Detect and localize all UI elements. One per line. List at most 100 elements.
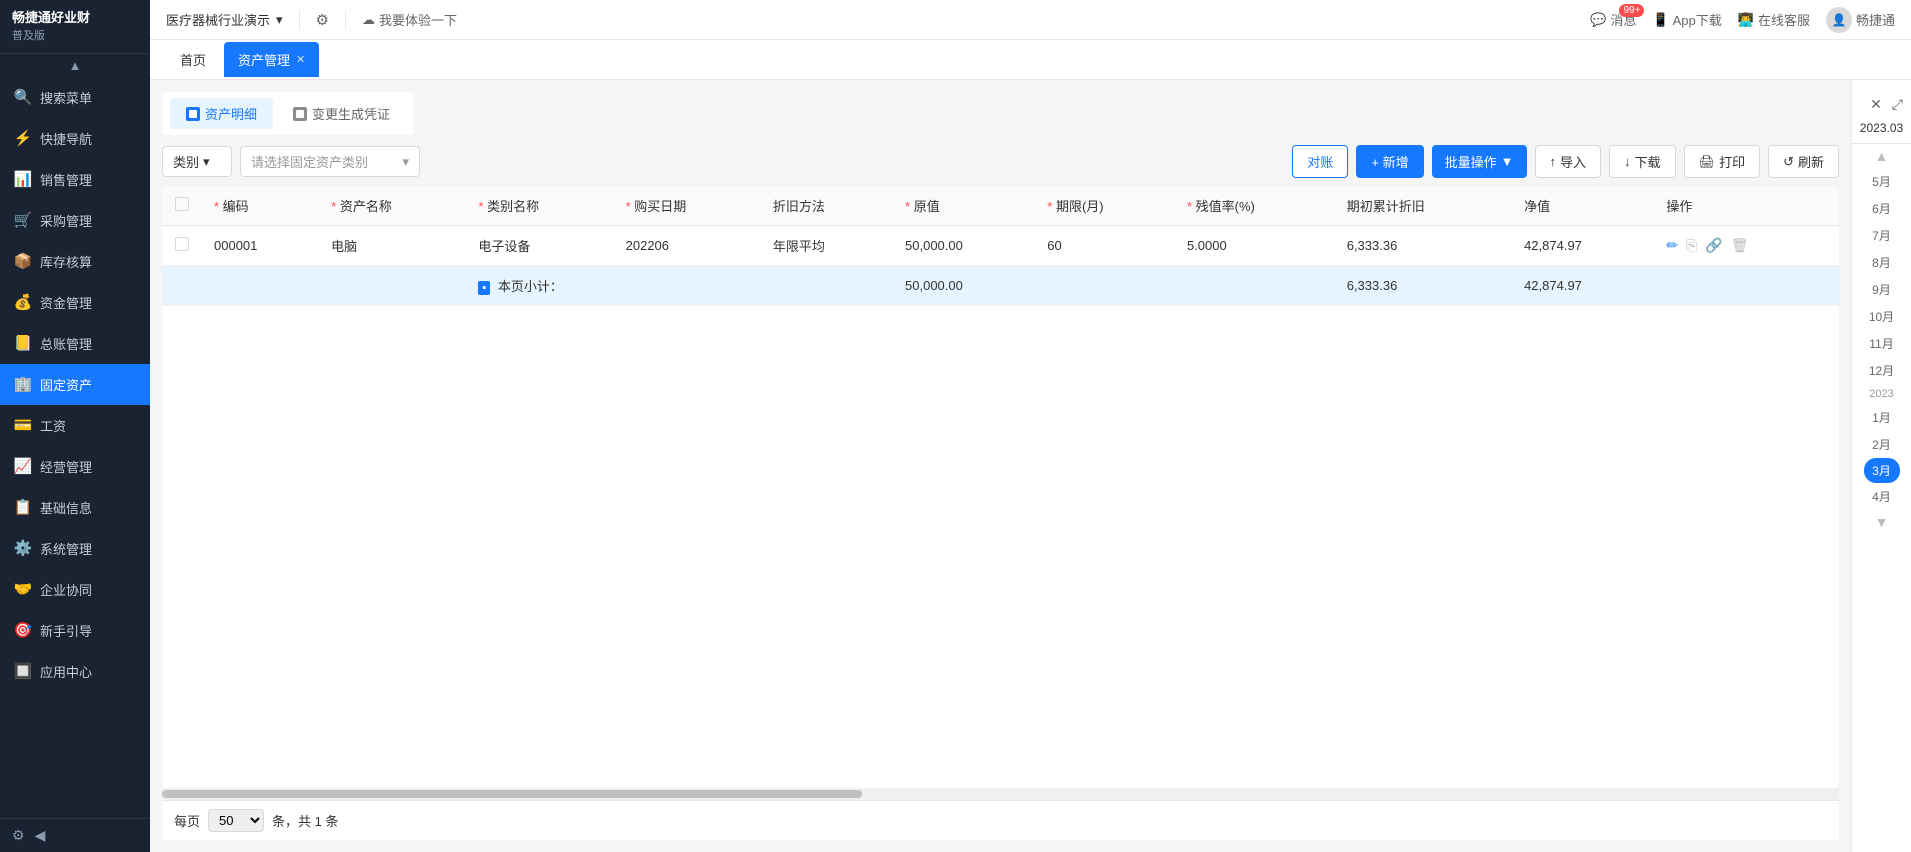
sidebar-item-operations[interactable]: 📈 经营管理 xyxy=(0,446,150,487)
copy-icon[interactable]: ⎘ xyxy=(1686,237,1697,254)
sub-tab-change-voucher[interactable]: 变更生成凭证 xyxy=(277,98,406,129)
sidebar-icon-payroll: 💳 xyxy=(14,416,32,434)
category-value-filter[interactable]: 请选择固定资产类别 ▾ xyxy=(240,146,420,177)
curr-month-3[interactable]: 3月 xyxy=(1864,458,1900,483)
sidebar-item-payroll[interactable]: 💳 工资 xyxy=(0,405,150,446)
sidebar-item-enterprise[interactable]: 🤝 企业协同 xyxy=(0,569,150,610)
sidebar-icon-funds: 💰 xyxy=(14,293,32,311)
th-action: 操作 xyxy=(1654,186,1839,226)
subtotal-label: 本页小计： xyxy=(498,279,563,294)
import-label: 导入 xyxy=(1560,152,1586,171)
online-service-button[interactable]: 👨‍💻 在线客服 xyxy=(1738,10,1810,29)
row-residual-rate: 5.0000 xyxy=(1175,226,1335,266)
download-label: 下载 xyxy=(1635,152,1661,171)
sidebar-label-inventory: 库存核算 xyxy=(40,252,92,271)
right-panel-close-icon[interactable]: ✕ xyxy=(1866,92,1886,117)
sidebar-item-sales[interactable]: 📊 销售管理 xyxy=(0,159,150,200)
topbar-gear-icon[interactable]: ⚙ xyxy=(316,11,329,29)
row-purchase-date: 202206 xyxy=(614,226,761,266)
subtotal-empty4 xyxy=(1175,266,1335,306)
right-panel-expand-icon[interactable]: ⤢ xyxy=(1888,92,1907,117)
subtotal-checkbox-cell xyxy=(162,266,202,306)
sidebar-item-inventory[interactable]: 📦 库存核算 xyxy=(0,241,150,282)
company-selector[interactable]: 医疗器械行业演示 ▾ xyxy=(166,10,283,29)
sidebar-collapse-icon[interactable]: ◀ xyxy=(35,827,46,844)
sidebar-item-system[interactable]: ⚙️ 系统管理 xyxy=(0,528,150,569)
prev-month-10[interactable]: 10月 xyxy=(1852,303,1911,330)
sidebar-item-guide[interactable]: 🎯 新手引导 xyxy=(0,610,150,651)
sidebar-icon-search: 🔍 xyxy=(14,88,32,106)
sidebar-icon-purchase: 🛒 xyxy=(14,211,32,229)
download-icon: 📱 xyxy=(1652,12,1668,28)
trial-button[interactable]: ☁ 我要体验一下 xyxy=(362,10,457,29)
select-all-checkbox[interactable] xyxy=(175,197,189,211)
tab-home[interactable]: 首页 xyxy=(166,42,220,77)
right-panel-header: 2023.03 xyxy=(1852,117,1911,144)
sidebar-item-apps[interactable]: 🔲 应用中心 xyxy=(0,651,150,692)
total-label: 条，共 1 条 xyxy=(272,811,338,830)
tab-close-icon[interactable]: ✕ xyxy=(296,53,305,66)
edit-icon[interactable]: ✏ xyxy=(1666,237,1678,254)
right-panel-down-arrow[interactable]: ▼ xyxy=(1871,510,1893,534)
asset-mgmt-tab-label: 资产管理 xyxy=(238,50,290,69)
sidebar-item-fixed-assets[interactable]: 🏢 固定资产 xyxy=(0,364,150,405)
prev-month-9[interactable]: 9月 xyxy=(1852,276,1911,303)
sidebar-icon-operations: 📈 xyxy=(14,457,32,475)
reconcile-button[interactable]: 对账 xyxy=(1292,145,1348,178)
prev-month-8[interactable]: 8月 xyxy=(1852,249,1911,276)
download-button[interactable]: ↓ 下载 xyxy=(1609,145,1676,178)
subtotal-label-cell: ▪ 本页小计： xyxy=(466,266,893,306)
new-label: + 新增 xyxy=(1371,152,1408,171)
sub-tabs: 资产明细 变更生成凭证 xyxy=(162,92,414,135)
prev-month-11[interactable]: 11月 xyxy=(1852,330,1911,357)
per-page-select[interactable]: 50 100 xyxy=(208,809,264,832)
import-button[interactable]: ↑ 导入 xyxy=(1535,145,1602,178)
link-icon[interactable]: 🔗 xyxy=(1705,237,1722,254)
subtotal-row: ▪ 本页小计： 50,000.00 6,333.36 42,874.97 xyxy=(162,266,1839,306)
curr-month-4[interactable]: 4月 xyxy=(1852,483,1911,510)
tab-asset-mgmt[interactable]: 资产管理 ✕ xyxy=(224,42,319,77)
subtotal-empty1 xyxy=(202,266,319,306)
sidebar-item-quick-nav[interactable]: ⚡ 快捷导航 xyxy=(0,118,150,159)
refresh-button[interactable]: ↺ 刷新 xyxy=(1768,145,1839,178)
new-button[interactable]: + 新增 xyxy=(1356,145,1423,178)
row-actions: ✏ ⎘ 🔗 🗑 xyxy=(1654,226,1839,266)
batch-button[interactable]: 批量操作 ▼ xyxy=(1432,145,1527,178)
messages-button[interactable]: 💬 消息 99+ xyxy=(1590,10,1636,29)
curr-month-2[interactable]: 2月 xyxy=(1852,431,1911,458)
app-download-button[interactable]: 📱 App下载 xyxy=(1652,10,1721,29)
row-checkbox[interactable] xyxy=(175,237,189,251)
row-checkbox-cell xyxy=(162,226,202,266)
delete-icon[interactable]: 🗑 xyxy=(1731,237,1749,254)
right-panel-up-arrow[interactable]: ▲ xyxy=(1871,144,1893,168)
sub-tab-asset-detail[interactable]: 资产明细 xyxy=(170,98,273,129)
sidebar-scroll-up[interactable]: ▲ xyxy=(0,54,150,77)
sidebar-item-ledger[interactable]: 📒 总账管理 xyxy=(0,323,150,364)
print-label: 打印 xyxy=(1719,152,1745,171)
subtotal-icon: ▪ xyxy=(478,281,490,295)
sidebar-item-search[interactable]: 🔍 搜索菜单 xyxy=(0,77,150,118)
import-icon: ↑ xyxy=(1550,154,1557,169)
sub-tab-asset-detail-label: 资产明细 xyxy=(205,104,257,123)
download-icon: ↓ xyxy=(1624,154,1631,169)
toolbar: 类别 ▾ 请选择固定资产类别 ▾ 对账 xyxy=(162,145,1839,178)
prev-month-5[interactable]: 5月 xyxy=(1852,168,1911,195)
category-filter[interactable]: 类别 ▾ xyxy=(162,146,232,177)
prev-month-12[interactable]: 12月 xyxy=(1852,357,1911,384)
print-button[interactable]: 🖨 打印 xyxy=(1684,145,1761,178)
right-panel-controls: ✕ ⤢ xyxy=(1852,88,1911,117)
assets-table: * 编码 * 资产名称 * 类别名称 * 购买日期 折旧方法 * 原值 * 期限… xyxy=(162,186,1839,306)
user-area[interactable]: 👤 畅捷通 xyxy=(1826,7,1895,33)
sidebar-icon-ledger: 📒 xyxy=(14,334,32,352)
sidebar-item-basic-info[interactable]: 📋 基础信息 xyxy=(0,487,150,528)
subtotal-empty3 xyxy=(1035,266,1175,306)
sidebar-item-purchase[interactable]: 🛒 采购管理 xyxy=(0,200,150,241)
sidebar-settings-icon[interactable]: ⚙ xyxy=(12,827,25,844)
table-scrollbar[interactable] xyxy=(162,788,1839,800)
sidebar-label-guide: 新手引导 xyxy=(40,621,92,640)
per-page-label: 每页 xyxy=(174,811,200,830)
prev-month-6[interactable]: 6月 xyxy=(1852,195,1911,222)
prev-month-7[interactable]: 7月 xyxy=(1852,222,1911,249)
sidebar-item-funds[interactable]: 💰 资金管理 xyxy=(0,282,150,323)
curr-month-1[interactable]: 1月 xyxy=(1852,404,1911,431)
